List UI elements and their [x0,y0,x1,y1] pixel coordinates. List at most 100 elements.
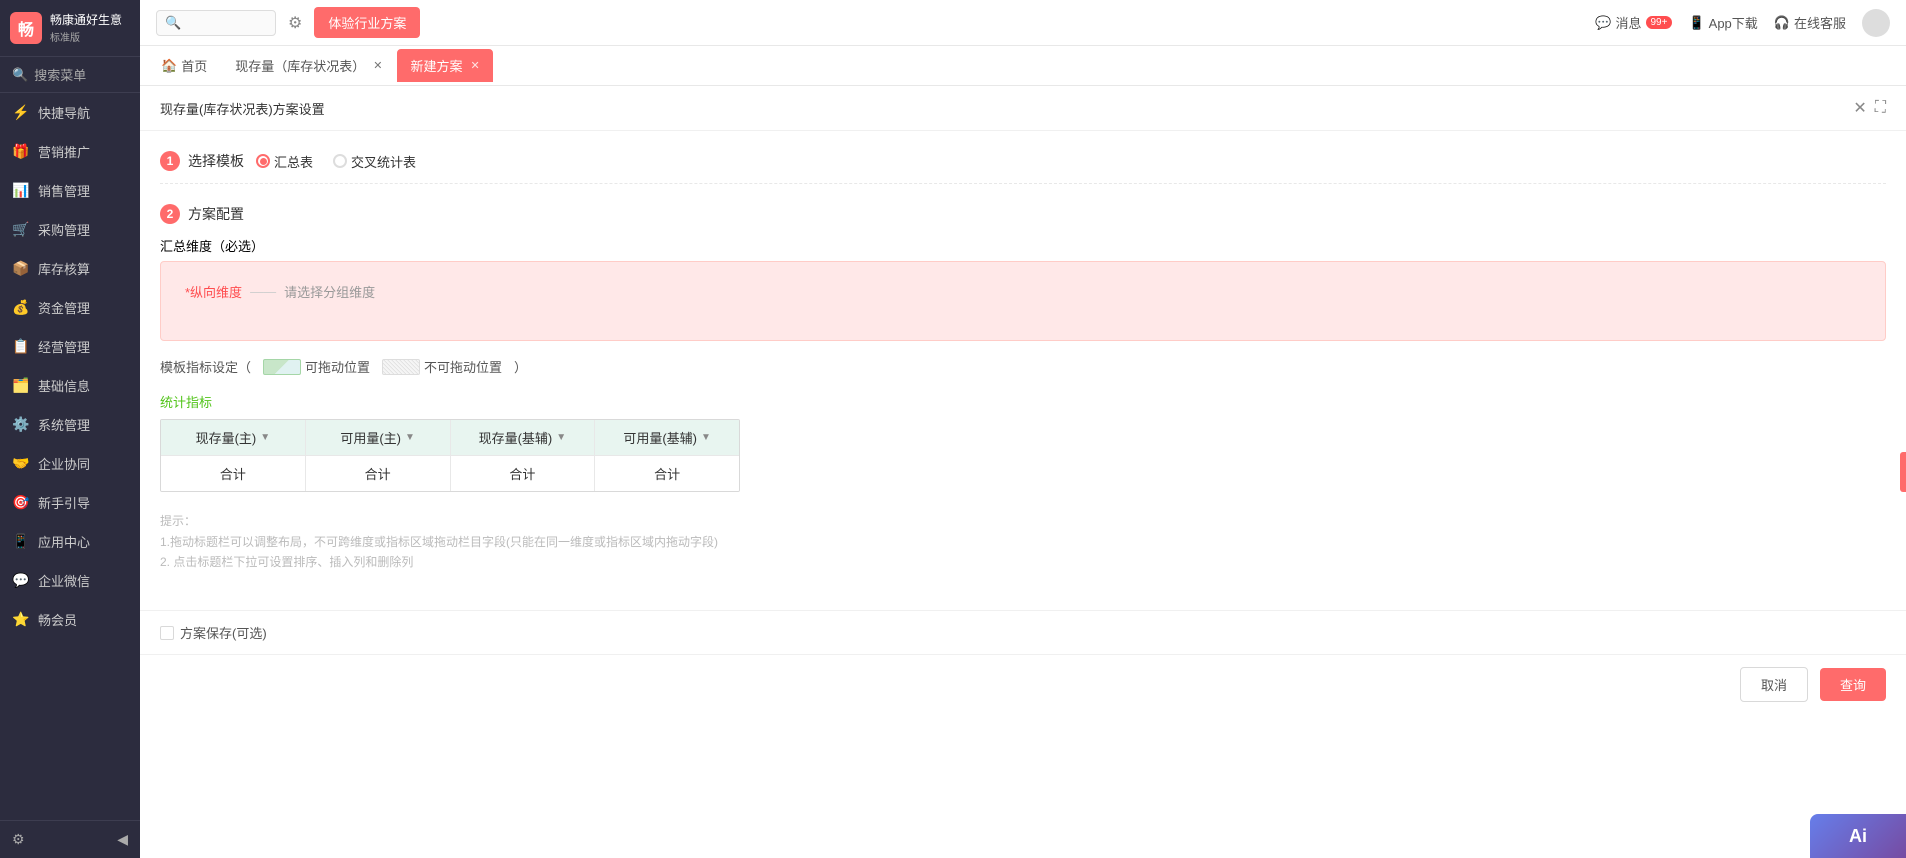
sidebar-item-label: 畅会员 [38,610,77,629]
dimension-area[interactable]: *纵向维度 —— 请选择分组维度 [160,261,1886,341]
template-indicator-prefix: 模板指标设定（ [160,357,251,376]
home-icon: 🏠 [161,58,177,74]
sidebar-item-label: 应用中心 [38,532,90,551]
stats-col4-header[interactable]: 可用量(基辅) ▼ [595,420,739,455]
sidebar-item-marketing[interactable]: 🎁 营销推广 [0,132,140,171]
sidebar-item-member[interactable]: ⭐ 畅会员 [0,600,140,639]
cooperation-icon: 🤝 [12,455,30,473]
sidebar-item-basic[interactable]: 🗂️ 基础信息 [0,366,140,405]
stats-col3-header[interactable]: 现存量(基辅) ▼ [451,420,596,455]
col4-chevron-icon: ▼ [701,432,711,443]
dimension-hint: 请选择分组维度 [284,282,375,301]
cancel-button[interactable]: 取消 [1740,667,1808,702]
panel: 现存量(库存状况表)方案设置 ✕ ⛶ 1 选择模板 [140,86,1906,858]
movable-label: 可拖动位置 [305,357,370,376]
tab-new-plan[interactable]: 新建方案 ✕ [397,49,492,82]
sidebar-footer: ⚙ ◀ [0,820,140,858]
step2-label: 方案配置 [188,204,244,224]
trial-button[interactable]: 体验行业方案 [314,7,420,38]
operation-icon: 📋 [12,338,30,356]
stats-header-row: 现存量(主) ▼ 可用量(主) ▼ 现存量(基辅) ▼ [161,420,739,455]
panel-close-btn[interactable]: ✕ [1853,98,1866,118]
sidebar-item-label: 企业微信 [38,571,90,590]
sidebar-item-system[interactable]: ⚙️ 系统管理 [0,405,140,444]
topbar: 🔍 ⚙ 体验行业方案 💬 消息 99+ 📱 App下载 🎧 在线客服 [140,0,1906,46]
sidebar-item-operation[interactable]: 📋 经营管理 [0,327,140,366]
query-button[interactable]: 查询 [1820,668,1886,701]
sidebar-settings-btn[interactable]: ⚙ [12,831,25,848]
dimension-label: *纵向维度 [185,282,242,301]
tab-home[interactable]: 🏠 首页 [148,49,220,82]
topbar-settings-icon[interactable]: ⚙ [288,13,302,33]
movable-indicator: 可拖动位置 [263,357,370,376]
step1-num: 1 [160,151,180,171]
sidebar-item-label: 基础信息 [38,376,90,395]
sidebar-item-cooperation[interactable]: 🤝 企业协同 [0,444,140,483]
stats-col1-header[interactable]: 现存量(主) ▼ [161,420,306,455]
col3-chevron-icon: ▼ [556,432,566,443]
radio-cross-label: 交叉统计表 [351,152,416,171]
stats-col1-subLabel: 合计 [220,464,246,483]
ai-fab-label: Ai [1849,826,1867,847]
col2-chevron-icon: ▼ [405,432,415,443]
panel-controls: ✕ ⛶ [1853,98,1886,118]
stats-col2-header[interactable]: 可用量(主) ▼ [306,420,451,455]
content-area: 现存量(库存状况表)方案设置 ✕ ⛶ 1 选择模板 [140,86,1906,858]
save-option-checkbox[interactable] [160,626,174,640]
locked-label: 不可拖动位置 [424,357,502,376]
finance-icon: 💰 [12,299,30,317]
tab-new-plan-close-btn[interactable]: ✕ [470,59,479,72]
radio-cross[interactable]: 交叉统计表 [333,152,416,171]
step1-section: 1 选择模板 汇总表 交叉统计表 [160,151,1886,184]
search-icon: 🔍 [12,67,28,83]
tab-new-plan-label: 新建方案 [410,56,462,75]
sidebar-item-label: 新手引导 [38,493,90,512]
sidebar-item-finance[interactable]: 💰 资金管理 [0,288,140,327]
step1-title: 1 选择模板 汇总表 交叉统计表 [160,151,1886,171]
dimension-dash: —— [250,284,276,299]
app-version: 标准版 [50,29,122,44]
sidebar-item-label: 营销推广 [38,142,90,161]
col1-chevron-icon: ▼ [260,432,270,443]
sidebar-item-purchase[interactable]: 🛒 采购管理 [0,210,140,249]
topbar-search-box[interactable]: 🔍 [156,10,276,36]
app-download-btn[interactable]: 📱 App下载 [1688,13,1757,32]
messages-badge: 99+ [1646,16,1673,29]
panel-expand-btn[interactable]: ⛶ [1875,98,1886,118]
sidebar-item-quick-nav[interactable]: ⚡ 快捷导航 [0,93,140,132]
topbar-right: 💬 消息 99+ 📱 App下载 🎧 在线客服 [1595,9,1890,37]
stats-col3-subLabel: 合计 [509,464,535,483]
app-name-block: 畅康通好生意 标准版 [50,12,122,44]
radio-summary-circle [256,154,270,168]
tab-inventory-status-label: 现存量（库存状况表） [235,56,365,75]
sidebar-item-sales[interactable]: 📊 销售管理 [0,171,140,210]
movable-icon [263,359,301,375]
sidebar-item-guide[interactable]: 🎯 新手引导 [0,483,140,522]
step2-section: 2 方案配置 汇总维度（必选） *纵向维度 —— 请选择分组维度 [160,204,1886,570]
system-icon: ⚙️ [12,416,30,434]
sidebar-item-app-center[interactable]: 📱 应用中心 [0,522,140,561]
sidebar: 畅 畅康通好生意 标准版 🔍 搜索菜单 ⚡ 快捷导航 🎁 营销推广 📊 销售管理… [0,0,140,858]
app-center-icon: 📱 [12,533,30,551]
user-avatar[interactable] [1862,9,1890,37]
template-indicator-suffix: ） [514,357,527,376]
tab-inventory-status[interactable]: 现存量（库存状况表） ✕ [222,49,395,82]
customer-service-btn[interactable]: 🎧 在线客服 [1774,13,1846,32]
sidebar-item-wechat[interactable]: 💬 企业微信 [0,561,140,600]
sidebar-item-label: 销售管理 [38,181,90,200]
basic-icon: 🗂️ [12,377,30,395]
sidebar-item-inventory[interactable]: 📦 库存核算 [0,249,140,288]
search-icon: 🔍 [165,15,181,31]
ai-fab-button[interactable]: Ai [1810,814,1906,858]
sidebar-item-label: 经营管理 [38,337,90,356]
radio-summary[interactable]: 汇总表 [256,152,313,171]
messages-btn[interactable]: 💬 消息 99+ [1595,13,1672,32]
sidebar-collapse-btn[interactable]: ◀ [117,831,128,848]
stats-data-row: 合计 合计 合计 合计 [161,455,739,491]
tab-inventory-close-btn[interactable]: ✕ [373,59,382,72]
dimension-placeholder: *纵向维度 —— 请选择分组维度 [185,282,1861,301]
guide-icon: 🎯 [12,494,30,512]
sidebar-search[interactable]: 🔍 搜索菜单 [0,57,140,93]
radio-cross-circle [333,154,347,168]
app-logo-icon: 畅 [10,12,42,44]
